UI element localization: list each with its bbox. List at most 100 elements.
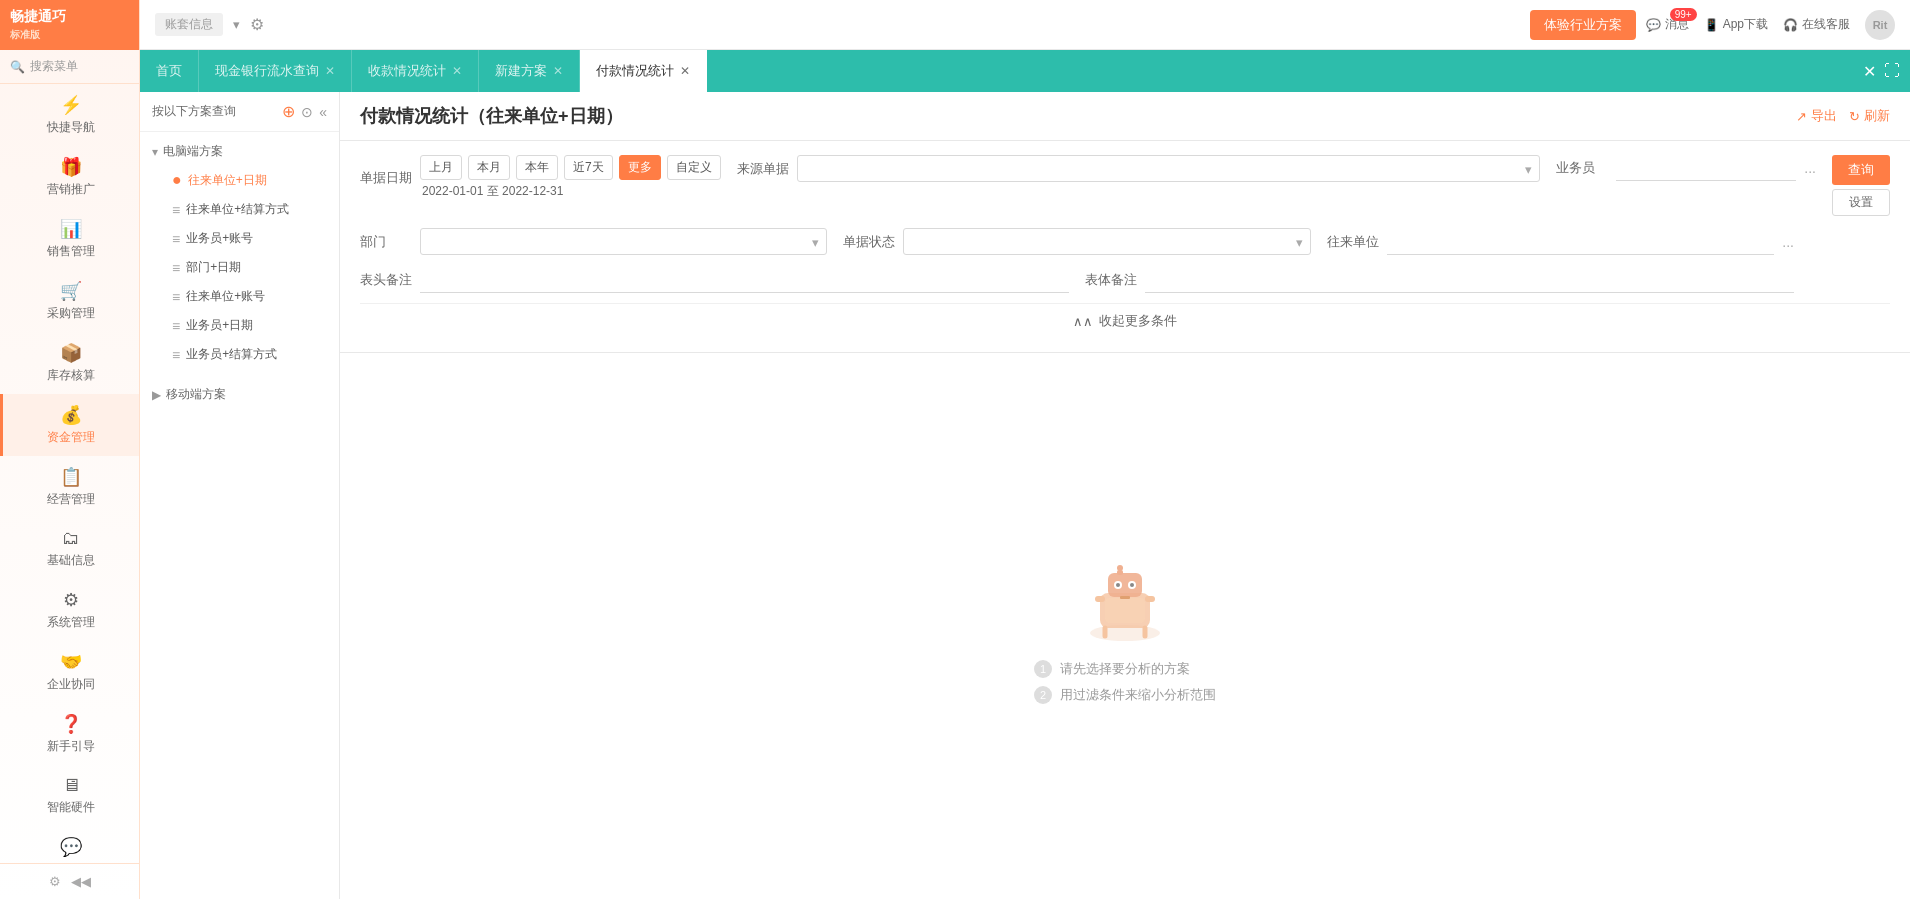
empty-state: 1 请先选择要分析的方案 2 用过滤条件来缩小分析范围 xyxy=(340,353,1910,899)
scheme-item-staff-settlement-label: 业务员+结算方式 xyxy=(186,346,277,363)
body-remark-input[interactable] xyxy=(1145,267,1794,293)
sidebar-item-wxwork[interactable]: 💬 企业微信 xyxy=(0,826,139,863)
date-btn-7days[interactable]: 近7天 xyxy=(564,155,613,180)
scheme-item-unit-date[interactable]: ● 往来单位+日期 xyxy=(152,165,327,195)
dropdown-icon[interactable]: ▾ xyxy=(233,17,240,32)
salesperson-input[interactable] xyxy=(1616,155,1796,181)
sidebar-item-inventory[interactable]: 📦 库存核算 xyxy=(0,332,139,394)
desktop-scheme-title[interactable]: ▾ 电脑端方案 xyxy=(152,138,327,165)
header-remark-input[interactable] xyxy=(420,267,1069,293)
settings-footer-icon[interactable]: ⚙ xyxy=(49,874,61,889)
tab-payment-close[interactable]: ✕ xyxy=(680,64,690,78)
message-badge: 99+ xyxy=(1670,8,1697,21)
source-filter-group: 来源单据 xyxy=(737,155,1541,182)
sidebar-item-collab[interactable]: 🤝 企业协同 xyxy=(0,641,139,703)
scheme-item-staff-account[interactable]: ≡ 业务员+账号 xyxy=(152,224,327,253)
trial-btn[interactable]: 体验行业方案 xyxy=(1530,10,1636,40)
header-settings-icon[interactable]: ⚙ xyxy=(250,15,264,34)
service-label: 在线客服 xyxy=(1802,16,1850,33)
sidebar-item-quicknav[interactable]: ⚡ 快捷导航 xyxy=(0,84,139,146)
header-icons: 💬 消息 99+ 📱 App下载 🎧 在线客服 Rit xyxy=(1646,10,1895,40)
download-icon: 📱 xyxy=(1704,18,1719,32)
online-service-btn[interactable]: 🎧 在线客服 xyxy=(1783,16,1850,33)
tab-newscheme[interactable]: 新建方案 ✕ xyxy=(479,50,580,92)
tab-newscheme-close[interactable]: ✕ xyxy=(553,64,563,78)
unit-dots[interactable]: ... xyxy=(1782,234,1794,250)
sidebar-item-sales[interactable]: 📊 销售管理 xyxy=(0,208,139,270)
export-btn[interactable]: ↗ 导出 xyxy=(1796,107,1837,125)
tab-cashflow-close[interactable]: ✕ xyxy=(325,64,335,78)
dept-select[interactable] xyxy=(420,228,827,255)
scheme-settings-icon[interactable]: ⊙ xyxy=(301,104,313,120)
sidebar-item-basicinfo[interactable]: 🗂 基础信息 xyxy=(0,518,139,579)
maximize-icon[interactable]: ⛶ xyxy=(1884,62,1900,80)
tab-receipt-close[interactable]: ✕ xyxy=(452,64,462,78)
marketing-label: 营销推广 xyxy=(47,181,95,198)
scheme-item-staff-settlement[interactable]: ≡ 业务员+结算方式 xyxy=(152,340,327,369)
tab-receipt[interactable]: 收款情况统计 ✕ xyxy=(352,50,479,92)
tab-receipt-label: 收款情况统计 xyxy=(368,62,446,80)
search-label: 搜索菜单 xyxy=(30,58,78,75)
account-info: 账套信息 xyxy=(155,13,223,36)
salesperson-dots[interactable]: ... xyxy=(1804,160,1816,176)
mobile-scheme-title[interactable]: ▶ 移动端方案 xyxy=(152,381,327,408)
desktop-scheme-group: ▾ 电脑端方案 ● 往来单位+日期 ≡ 往来单位+结算方式 ≡ 业务员+账号 ≡ xyxy=(140,132,339,375)
scheme-item-staff-date[interactable]: ≡ 业务员+日期 xyxy=(152,311,327,340)
source-select[interactable] xyxy=(797,155,1541,182)
unit-input[interactable] xyxy=(1387,229,1775,255)
scheme-item-unit-account[interactable]: ≡ 往来单位+账号 xyxy=(152,282,327,311)
user-avatar[interactable]: Rit xyxy=(1865,10,1895,40)
scheme-icon-2: ≡ xyxy=(172,231,180,247)
collapse-panel-icon[interactable]: « xyxy=(319,104,327,120)
sidebar-item-purchase[interactable]: 🛒 采购管理 xyxy=(0,270,139,332)
dept-filter-group: 部门 xyxy=(360,228,827,255)
tab-payment[interactable]: 付款情况统计 ✕ xyxy=(580,50,707,92)
close-all-tabs-icon[interactable]: ✕ xyxy=(1863,62,1876,81)
scheme-item-unit-settlement[interactable]: ≡ 往来单位+结算方式 xyxy=(152,195,327,224)
hardware-icon: 🖥 xyxy=(62,775,80,796)
date-btn-lastmonth[interactable]: 上月 xyxy=(420,155,462,180)
date-btn-more[interactable]: 更多 xyxy=(619,155,661,180)
date-btn-thisyear[interactable]: 本年 xyxy=(516,155,558,180)
date-btn-custom[interactable]: 自定义 xyxy=(667,155,721,180)
tab-cashflow[interactable]: 现金银行流水查询 ✕ xyxy=(199,50,352,92)
sidebar: 畅捷通巧 标准版 🔍 搜索菜单 ⚡ 快捷导航 🎁 营销推广 📊 销售管理 🛒 采… xyxy=(0,0,140,899)
refresh-btn[interactable]: ↻ 刷新 xyxy=(1849,107,1890,125)
service-icon: 🎧 xyxy=(1783,18,1798,32)
scheme-header-label: 按以下方案查询 xyxy=(152,103,236,120)
search-menu[interactable]: 🔍 搜索菜单 xyxy=(0,50,139,84)
svg-rect-5 xyxy=(1108,573,1142,597)
scheme-item-unit-settlement-label: 往来单位+结算方式 xyxy=(186,201,289,218)
sidebar-item-sysadmin[interactable]: ⚙ 系统管理 xyxy=(0,579,139,641)
messages-btn[interactable]: 💬 消息 99+ xyxy=(1646,16,1689,33)
scheme-panel-actions: ⊕ ⊙ « xyxy=(282,102,327,121)
sidebar-item-funds[interactable]: 💰 资金管理 xyxy=(0,394,139,456)
sidebar-item-marketing[interactable]: 🎁 营销推广 xyxy=(0,146,139,208)
filter-row-2: 部门 单据状态 xyxy=(360,228,1890,255)
message-icon: 💬 xyxy=(1646,18,1661,32)
sales-label: 销售管理 xyxy=(47,243,95,260)
app-download-btn[interactable]: 📱 App下载 xyxy=(1704,16,1768,33)
mobile-expand-icon: ▶ xyxy=(152,388,161,402)
sidebar-item-guide[interactable]: ❓ 新手引导 xyxy=(0,703,139,765)
page-header-actions: ↗ 导出 ↻ 刷新 xyxy=(1796,107,1890,125)
collapse-sidebar-icon[interactable]: ◀◀ xyxy=(71,874,91,889)
date-btn-thismonth[interactable]: 本月 xyxy=(468,155,510,180)
status-filter-label: 单据状态 xyxy=(843,233,895,251)
query-btn[interactable]: 查询 xyxy=(1832,155,1890,185)
sidebar-item-hardware[interactable]: 🖥 智能硬件 xyxy=(0,765,139,826)
dept-filter-label: 部门 xyxy=(360,233,412,251)
collapse-filter-btn[interactable]: ∧∧ 收起更多条件 xyxy=(360,303,1890,338)
guide-label: 新手引导 xyxy=(47,738,95,755)
scheme-icon-5: ≡ xyxy=(172,318,180,334)
query-btns: 查询 设置 xyxy=(1832,155,1890,216)
scheme-item-dept-date[interactable]: ≡ 部门+日期 xyxy=(152,253,327,282)
svg-point-9 xyxy=(1130,583,1134,587)
add-scheme-icon[interactable]: ⊕ xyxy=(282,102,295,121)
tab-home[interactable]: 首页 xyxy=(140,50,199,92)
sidebar-item-operations[interactable]: 📋 经营管理 xyxy=(0,456,139,518)
status-select[interactable] xyxy=(903,228,1310,255)
sidebar-nav: ⚡ 快捷导航 🎁 营销推广 📊 销售管理 🛒 采购管理 📦 库存核算 💰 资金管… xyxy=(0,84,139,863)
sysadmin-label: 系统管理 xyxy=(47,614,95,631)
filter-settings-btn[interactable]: 设置 xyxy=(1832,189,1890,216)
